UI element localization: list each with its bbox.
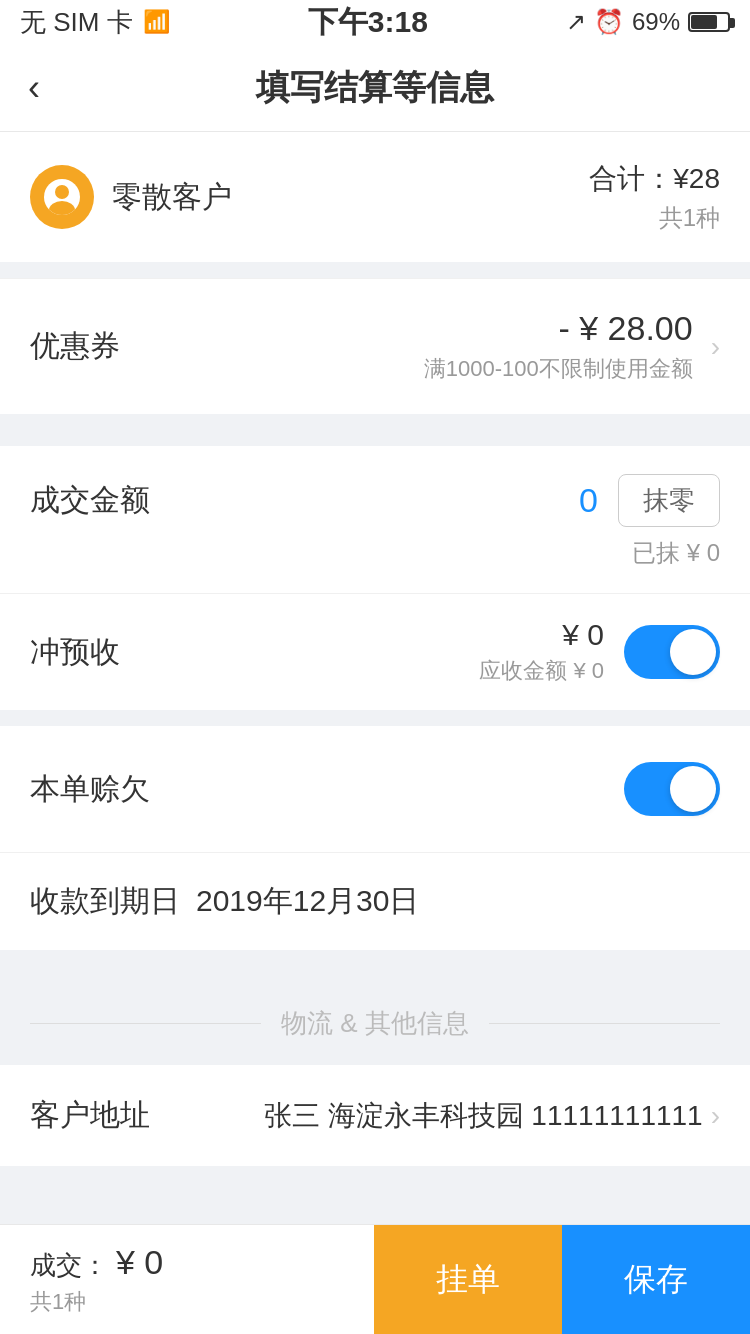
coupon-amount-block: - ¥ 28.00 满1000-100不限制使用金额 [424,309,693,384]
transaction-amount: 0 [579,481,598,520]
customer-section: 零散客户 合计：¥28 共1种 [0,132,750,262]
transaction-sub: 已抹 ¥ 0 [0,537,750,593]
chevron-right-icon: › [711,331,720,363]
divider-3 [0,950,750,966]
avatar [30,165,94,229]
battery-percent: 69% [632,8,680,36]
prereceive-row: 冲预收 ¥ 0 应收金额 ¥ 0 [0,593,750,710]
bottom-deal-row: 成交： ¥ 0 [30,1243,344,1283]
location-icon: ↗ [566,8,586,36]
status-time: 下午3:18 [308,2,428,43]
total-label: 合计：¥28 [589,160,720,198]
duedate-row: 收款到期日 2019年12月30日 [0,852,750,950]
customer-right: 合计：¥28 共1种 [589,160,720,234]
prereceive-main-amount: ¥ 0 [479,618,604,652]
logistics-section: 物流 & 其他信息 [0,982,750,1065]
customer-name: 零散客户 [112,177,232,218]
address-row[interactable]: 客户地址 张三 海淀永丰科技园 11111111111 › [0,1065,750,1166]
prereceive-label: 冲预收 [30,632,120,673]
address-section: 客户地址 张三 海淀永丰科技园 11111111111 › [0,1065,750,1166]
page-title: 填写结算等信息 [256,65,494,111]
sim-label: 无 SIM 卡 [20,5,133,40]
debt-toggle-knob [670,766,716,812]
coupon-desc: 满1000-100不限制使用金额 [424,354,693,384]
bottom-deal-label: 成交： [30,1248,108,1283]
logistics-header: 物流 & 其他信息 [0,982,750,1065]
debt-section: 本单赊欠 收款到期日 2019年12月30日 [0,726,750,950]
coupon-right: - ¥ 28.00 满1000-100不限制使用金额 › [424,309,720,384]
customer-left: 零散客户 [30,165,232,229]
prereceive-right: ¥ 0 应收金额 ¥ 0 [479,618,720,686]
wifi-icon: 📶 [143,9,170,35]
status-bar: 无 SIM 卡 📶 下午3:18 ↗ ⏰ 69% [0,0,750,44]
toggle-knob [670,629,716,675]
duedate-value: 2019年12月30日 [196,881,419,922]
transaction-row: 成交金额 0 抹零 [0,446,750,537]
debt-toggle[interactable] [624,762,720,816]
debt-label: 本单赊欠 [30,769,150,810]
nav-bar: ‹ 填写结算等信息 [0,44,750,132]
transaction-right: 0 抹零 [579,474,720,527]
bottom-deal-amount: ¥ 0 [116,1243,163,1282]
duedate-label: 收款到期日 [30,881,180,922]
round-button[interactable]: 抹零 [618,474,720,527]
status-left: 无 SIM 卡 📶 [20,5,170,40]
logistics-title: 物流 & 其他信息 [281,1006,469,1041]
address-label: 客户地址 [30,1095,150,1136]
total-count: 共1种 [589,202,720,234]
customer-row: 零散客户 合计：¥28 共1种 [0,132,750,262]
status-right: ↗ ⏰ 69% [566,8,730,36]
logistics-divider-right [489,1023,720,1024]
coupon-amount: - ¥ 28.00 [424,309,693,348]
prereceive-amounts: ¥ 0 应收金额 ¥ 0 [479,618,604,686]
address-value: 张三 海淀永丰科技园 11111111111 [180,1097,703,1135]
battery-icon [688,12,730,32]
avatar-icon [44,179,80,215]
alarm-icon: ⏰ [594,8,624,36]
coupon-label: 优惠券 [30,326,120,367]
debt-row: 本单赊欠 [0,726,750,852]
transaction-label: 成交金额 [30,480,150,521]
content-area: 零散客户 合计：¥28 共1种 优惠券 - ¥ 28.00 满1000-100不… [0,132,750,1302]
prereceive-toggle[interactable] [624,625,720,679]
logistics-divider-left [30,1023,261,1024]
bottom-deal-count: 共1种 [30,1287,344,1317]
prereceive-sub-amount: 应收金额 ¥ 0 [479,656,604,686]
transaction-section: 成交金额 0 抹零 已抹 ¥ 0 冲预收 ¥ 0 应收金额 ¥ 0 [0,446,750,710]
address-chevron-icon: › [711,1100,720,1132]
coupon-section: 优惠券 - ¥ 28.00 满1000-100不限制使用金额 › [0,278,750,414]
hang-button[interactable]: 挂单 [374,1225,562,1335]
coupon-row[interactable]: 优惠券 - ¥ 28.00 满1000-100不限制使用金额 › [0,278,750,414]
bottom-bar: 成交： ¥ 0 共1种 挂单 保存 [0,1224,750,1334]
divider-2 [0,710,750,726]
save-button[interactable]: 保存 [562,1225,750,1335]
bottom-summary: 成交： ¥ 0 共1种 [0,1243,374,1317]
divider-1 [0,430,750,446]
back-button[interactable]: ‹ [28,67,40,109]
